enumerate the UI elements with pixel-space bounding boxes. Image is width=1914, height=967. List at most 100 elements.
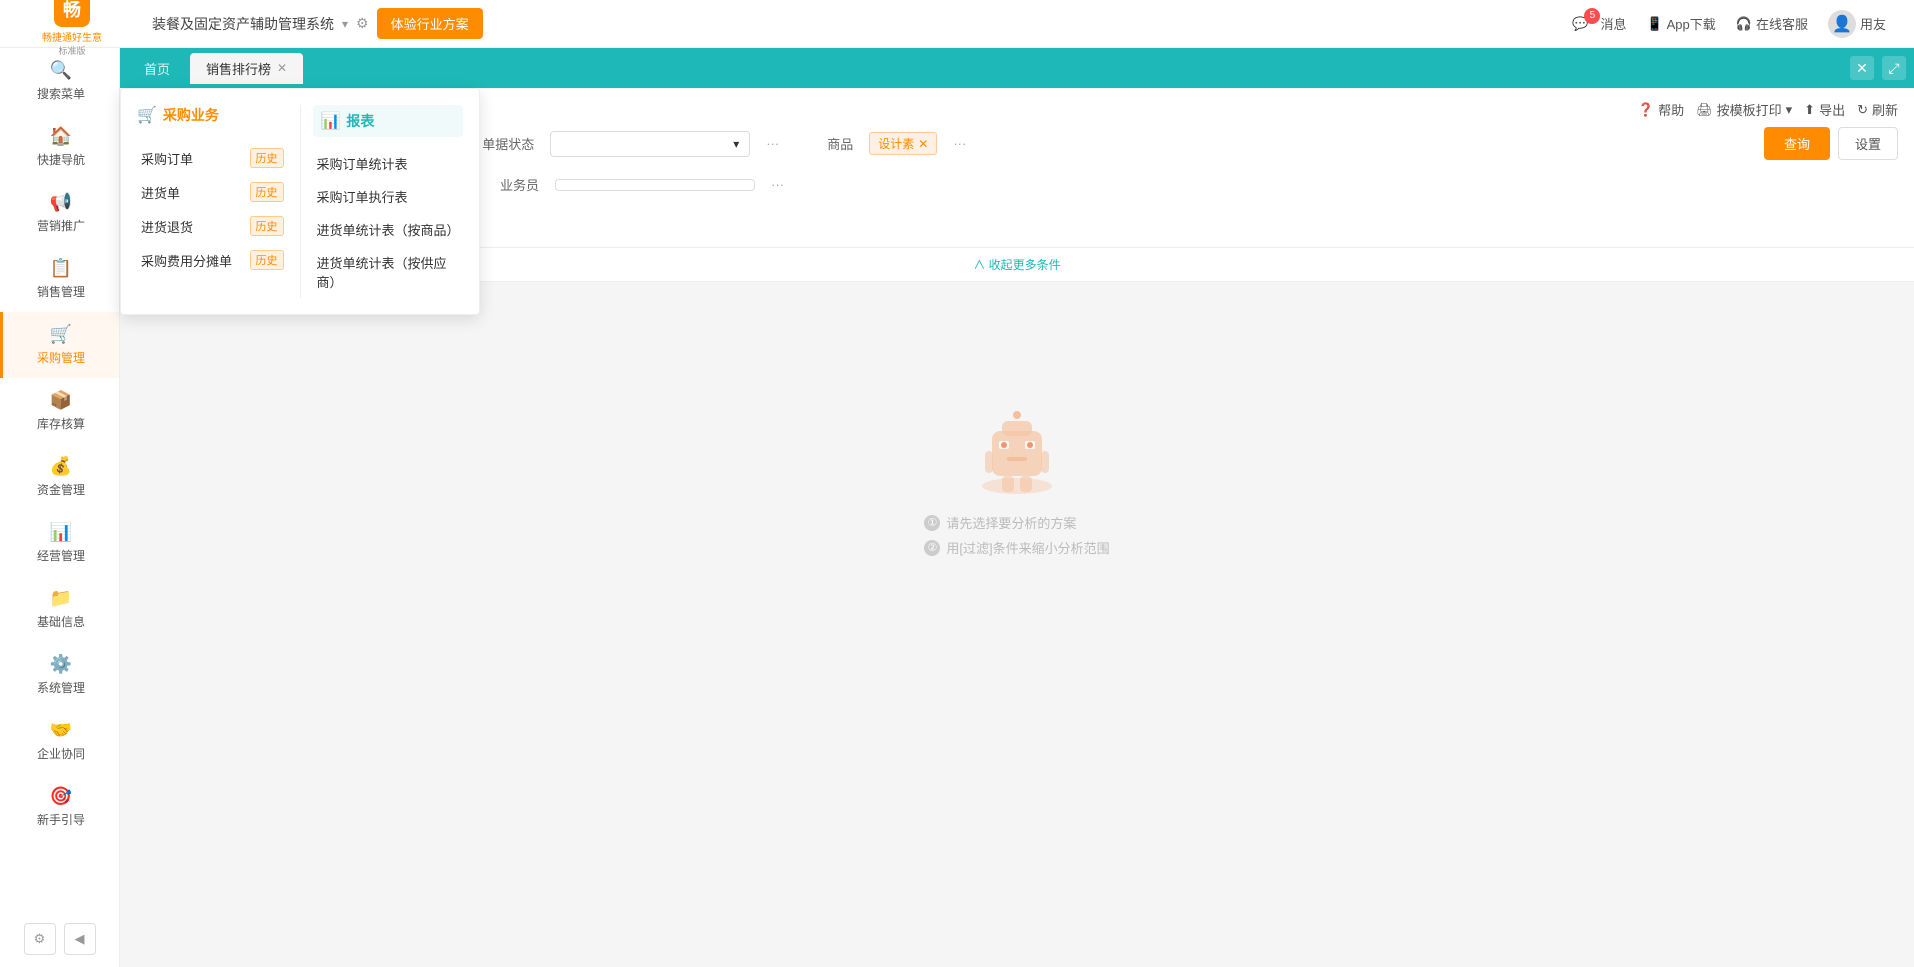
export-btn[interactable]: ⬆ 导出 — [1804, 100, 1845, 119]
capital-icon: 💰 — [50, 456, 72, 477]
sidebar-item-inventory[interactable]: 📦 库存核算 — [0, 378, 119, 444]
empty-robot-svg — [957, 401, 1077, 501]
notification-item[interactable]: 💬 5 消息 — [1572, 14, 1626, 33]
tab-fullscreen-btn[interactable]: ⤢ — [1882, 56, 1906, 80]
return-history-badge: 历史 — [250, 216, 284, 236]
sidebar-label-marketing: 营销推广 — [37, 217, 85, 234]
user-avatar: 👤 — [1828, 10, 1856, 38]
report-col-title: 📊 报表 — [313, 105, 464, 137]
sidebar-label-capital: 资金管理 — [37, 481, 85, 498]
online-service-item[interactable]: 🎧 在线客服 — [1736, 14, 1808, 33]
purchase-dropdown-menu: 🛒 采购业务 采购订单 历史 进货单 历史 进货退货 历史 采购费用分摊单 历史 — [120, 88, 480, 315]
print-btn[interactable]: 🖨 按模板打印 ▾ — [1696, 100, 1792, 119]
help-btn[interactable]: ❓ 帮助 — [1638, 100, 1684, 119]
sidebar-label-system: 系统管理 — [37, 679, 85, 696]
phone-icon: 📱 — [1646, 16, 1662, 32]
sidebar-label-purchase: 采购管理 — [37, 349, 85, 366]
sidebar-item-system[interactable]: ⚙️ 系统管理 — [0, 642, 119, 708]
tab-home-label: 首页 — [144, 59, 170, 78]
purchase-icon: 🛒 — [50, 324, 72, 345]
sidebar-item-basic-info[interactable]: 📁 基础信息 — [0, 576, 119, 642]
tab-home[interactable]: 首页 — [128, 53, 186, 84]
refresh-btn[interactable]: ↻ 刷新 — [1857, 100, 1898, 119]
user-profile-item[interactable]: 👤 用友 — [1828, 10, 1886, 38]
sidebar-item-operation[interactable]: 📊 经营管理 — [0, 510, 119, 576]
report-col: 📊 报表 采购订单统计表 采购订单执行表 进货单统计表（按商品） 进货单统计表（… — [313, 105, 464, 298]
dropdown-item-purchase-order[interactable]: 采购订单 历史 — [137, 141, 288, 175]
refresh-icon: ↻ — [1857, 102, 1868, 118]
online-service-label: 在线客服 — [1756, 14, 1808, 33]
report-col-title-text: 报表 — [346, 111, 374, 131]
sidebar-item-enterprise[interactable]: 🤝 企业协同 — [0, 708, 119, 774]
sidebar-label-enterprise: 企业协同 — [37, 745, 85, 762]
print-icon: 🖨 — [1696, 102, 1713, 118]
app-download-label: App下载 — [1667, 14, 1716, 33]
empty-num-1: ① — [924, 515, 940, 531]
tab-close-icon[interactable]: ✕ — [277, 61, 287, 75]
tab-sales-rank[interactable]: 销售排行榜 ✕ — [190, 53, 303, 84]
goods-dots-menu[interactable]: ··· — [953, 136, 966, 151]
enterprise-icon: 🤝 — [50, 720, 72, 741]
sidebar-item-guide[interactable]: 🎯 新手引导 — [0, 774, 119, 840]
app-download-item[interactable]: 📱 App下载 — [1646, 14, 1715, 33]
search-icon: 🔍 — [50, 60, 72, 81]
expense-label: 采购费用分摊单 — [141, 251, 232, 270]
setting-btn[interactable]: 设置 — [1838, 127, 1898, 160]
tab-close-all-btn[interactable]: ✕ — [1850, 56, 1874, 80]
inventory-icon: 📦 — [50, 390, 72, 411]
logo-text: 畅捷通好生意 — [42, 29, 102, 44]
logo-area: 畅 畅捷通好生意 标准版 — [12, 0, 132, 57]
dropdown-item-return[interactable]: 进货退货 历史 — [137, 209, 288, 243]
purchase-col: 🛒 采购业务 采购订单 历史 进货单 历史 进货退货 历史 采购费用分摊单 历史 — [137, 105, 288, 298]
settings-gear-icon[interactable]: ⚙ — [356, 15, 369, 32]
query-btn[interactable]: 查询 — [1764, 127, 1830, 160]
sidebar-label-guide: 新手引导 — [37, 811, 85, 828]
help-label: 帮助 — [1658, 100, 1684, 119]
title-dropdown-arrow[interactable]: ▾ — [342, 17, 348, 31]
top-header: 畅 畅捷通好生意 标准版 装餐及固定资产辅助管理系统 ▾ ⚙ 体验行业方案 💬 … — [0, 0, 1914, 48]
sidebar-item-purchase[interactable]: 🛒 采购管理 — [0, 312, 119, 378]
sidebar-item-sales[interactable]: 📋 销售管理 — [0, 246, 119, 312]
dropdown-item-incoming-goods[interactable]: 进货单统计表（按商品） — [313, 213, 464, 246]
notification-count-badge: 5 — [1584, 8, 1600, 24]
system-title-text: 装餐及固定资产辅助管理系统 — [152, 14, 334, 34]
sidebar-label-search: 搜索菜单 — [37, 85, 85, 102]
dropdown-item-order-exec[interactable]: 采购订单执行表 — [313, 180, 464, 213]
home-icon: 🏠 — [50, 126, 72, 147]
empty-hint-2-text: 用[过滤]条件来缩小分析范围 — [946, 538, 1109, 557]
sidebar-item-quick-nav[interactable]: 🏠 快捷导航 — [0, 114, 119, 180]
sidebar-label-inventory: 库存核算 — [37, 415, 85, 432]
sidebar-item-capital[interactable]: 💰 资金管理 — [0, 444, 119, 510]
dropdown-item-incoming[interactable]: 进货单 历史 — [137, 175, 288, 209]
goods-tag-close[interactable]: ✕ — [918, 137, 928, 151]
print-dropdown-icon: ▾ — [1786, 102, 1793, 118]
status-select[interactable]: ▾ — [550, 131, 750, 157]
sales-icon: 📋 — [50, 258, 72, 279]
empty-hint-2: ② 用[过滤]条件来缩小分析范围 — [924, 538, 1109, 557]
empty-state: ① 请先选择要分析的方案 ② 用[过滤]条件来缩小分析范围 — [120, 282, 1914, 682]
order-stat-label: 采购订单统计表 — [317, 154, 408, 173]
dropdown-item-incoming-supplier[interactable]: 进货单统计表（按供应商） — [313, 246, 464, 298]
salesman-dots-menu[interactable]: ··· — [771, 177, 784, 192]
dropdown-item-order-stat[interactable]: 采购订单统计表 — [313, 147, 464, 180]
sidebar-label-operation: 经营管理 — [37, 547, 85, 564]
sidebar-item-search[interactable]: 🔍 搜索菜单 — [0, 48, 119, 114]
export-label: 导出 — [1819, 100, 1845, 119]
sidebar: 🔍 搜索菜单 🏠 快捷导航 📢 营销推广 📋 销售管理 🛒 采购管理 📦 库存核… — [0, 48, 120, 967]
purchase-col-title: 🛒 采购业务 — [137, 105, 288, 131]
salesman-select[interactable] — [555, 179, 755, 191]
tab-bar: 首页 销售排行榜 ✕ ✕ ⤢ — [120, 48, 1914, 88]
empty-illustration — [957, 401, 1077, 501]
system-icon: ⚙️ — [50, 654, 72, 675]
empty-hint-1: ① 请先选择要分析的方案 — [924, 513, 1109, 532]
status-dots-menu[interactable]: ··· — [766, 136, 779, 151]
sidebar-item-marketing[interactable]: 📢 营销推广 — [0, 180, 119, 246]
incoming-history-badge: 历史 — [250, 182, 284, 202]
tab-bar-right: ✕ ⤢ — [1850, 56, 1906, 80]
dropdown-item-expense[interactable]: 采购费用分摊单 历史 — [137, 243, 288, 277]
sidebar-settings-btn[interactable]: ⚙ — [24, 923, 56, 955]
goods-label: 商品 — [827, 134, 853, 153]
purchase-order-label: 采购订单 — [141, 149, 193, 168]
industry-btn[interactable]: 体验行业方案 — [377, 8, 483, 39]
sidebar-collapse-btn[interactable]: ◀ — [64, 923, 96, 955]
